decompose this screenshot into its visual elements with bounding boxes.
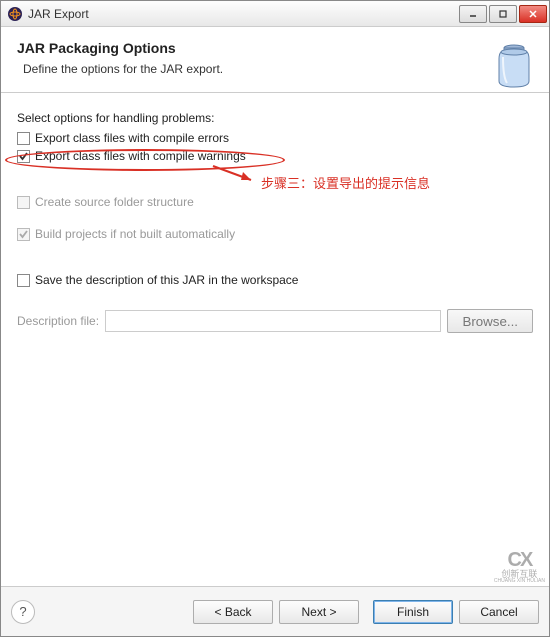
label-save-description: Save the description of this JAR in the … xyxy=(35,273,298,287)
options-prompt: Select options for handling problems: xyxy=(17,111,533,125)
minimize-button[interactable] xyxy=(459,5,487,23)
eclipse-icon xyxy=(7,6,23,22)
page-title: JAR Packaging Options xyxy=(17,40,533,56)
checkbox-build-projects xyxy=(17,228,30,241)
close-button[interactable] xyxy=(519,5,547,23)
checkbox-create-folder xyxy=(17,196,30,209)
browse-button: Browse... xyxy=(447,309,533,333)
page-subtitle: Define the options for the JAR export. xyxy=(23,62,533,76)
checkbox-export-errors[interactable] xyxy=(17,132,30,145)
cancel-button[interactable]: Cancel xyxy=(459,600,539,624)
finish-button[interactable]: Finish xyxy=(373,600,453,624)
help-button[interactable]: ? xyxy=(11,600,35,624)
watermark-logo: CX xyxy=(494,550,545,570)
window-controls xyxy=(457,5,547,23)
jar-icon xyxy=(493,39,535,89)
checkbox-row-folder: Create source folder structure xyxy=(17,195,533,209)
watermark-text2: CHUANG XIN HULIAN xyxy=(494,579,545,584)
content-area: Select options for handling problems: Ex… xyxy=(1,93,549,343)
checkbox-export-warnings[interactable] xyxy=(17,150,30,163)
checkbox-row-savedesc: Save the description of this JAR in the … xyxy=(17,273,533,287)
title-bar: JAR Export xyxy=(1,1,549,27)
label-export-errors: Export class files with compile errors xyxy=(35,131,229,145)
wizard-header: JAR Packaging Options Define the options… xyxy=(1,27,549,93)
checkbox-row-errors: Export class files with compile errors xyxy=(17,131,533,145)
description-file-label: Description file: xyxy=(17,314,99,328)
description-file-input xyxy=(105,310,441,332)
checkbox-row-build: Build projects if not built automaticall… xyxy=(17,227,533,241)
help-icon: ? xyxy=(19,604,26,619)
checkbox-save-description[interactable] xyxy=(17,274,30,287)
label-build-projects: Build projects if not built automaticall… xyxy=(35,227,235,241)
description-file-row: Description file: Browse... xyxy=(17,309,533,333)
watermark: CX 创新互联 CHUANG XIN HULIAN xyxy=(494,550,545,584)
back-button[interactable]: < Back xyxy=(193,600,273,624)
label-export-warnings: Export class files with compile warnings xyxy=(35,149,246,163)
next-button[interactable]: Next > xyxy=(279,600,359,624)
window-title: JAR Export xyxy=(28,7,457,21)
label-create-folder: Create source folder structure xyxy=(35,195,194,209)
checkbox-row-warnings: Export class files with compile warnings xyxy=(17,149,533,163)
maximize-button[interactable] xyxy=(489,5,517,23)
wizard-footer: ? < Back Next > Finish Cancel xyxy=(1,586,549,636)
